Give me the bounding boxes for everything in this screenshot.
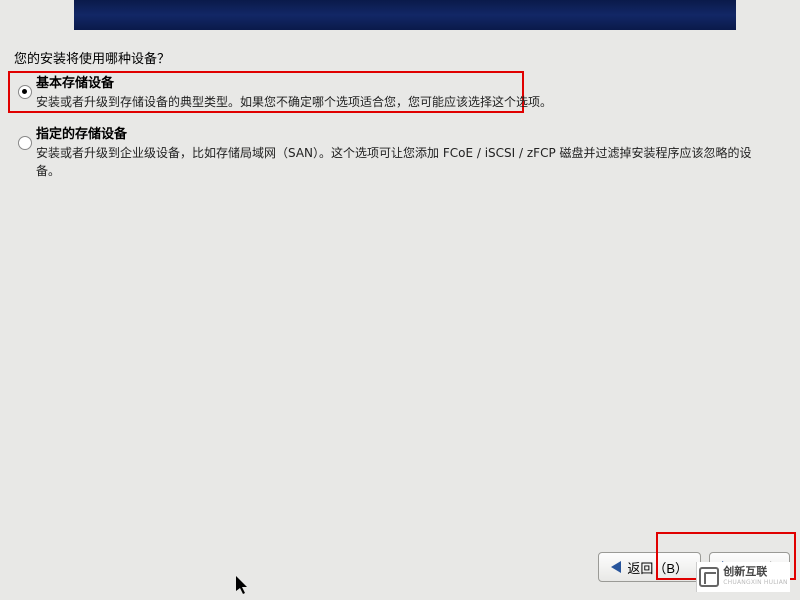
watermark-logo-icon — [699, 567, 719, 587]
arrow-left-icon — [611, 561, 621, 573]
radio-option-basic[interactable]: 基本存储设备 安装或者升级到存储设备的典型类型。如果您不确定哪个选项适合您，您可… — [14, 75, 552, 111]
watermark: 创新互联 CHUANGXIN HULIAN — [696, 562, 790, 592]
option-description: 安装或者升级到存储设备的典型类型。如果您不确定哪个选项适合您，您可能应该选择这个… — [36, 93, 552, 111]
option-description: 安装或者升级到企业级设备，比如存储局域网（SAN）。这个选项可让您添加 FCoE… — [36, 144, 756, 180]
back-button-label: 返回（B） — [627, 558, 688, 577]
mouse-cursor-icon — [236, 576, 250, 596]
watermark-text: 创新互联 CHUANGXIN HULIAN — [723, 567, 787, 588]
back-button[interactable]: 返回（B） — [598, 552, 701, 582]
header-gradient-band — [74, 0, 736, 30]
option-title: 基本存储设备 — [36, 75, 552, 93]
page-title: 您的安装将使用哪种设备？ — [14, 48, 170, 67]
radio-button-specified[interactable] — [18, 136, 32, 150]
radio-option-specified[interactable]: 指定的存储设备 安装或者升级到企业级设备，比如存储局域网（SAN）。这个选项可让… — [14, 126, 756, 180]
radio-button-basic[interactable] — [18, 85, 32, 99]
option-title: 指定的存储设备 — [36, 126, 756, 144]
